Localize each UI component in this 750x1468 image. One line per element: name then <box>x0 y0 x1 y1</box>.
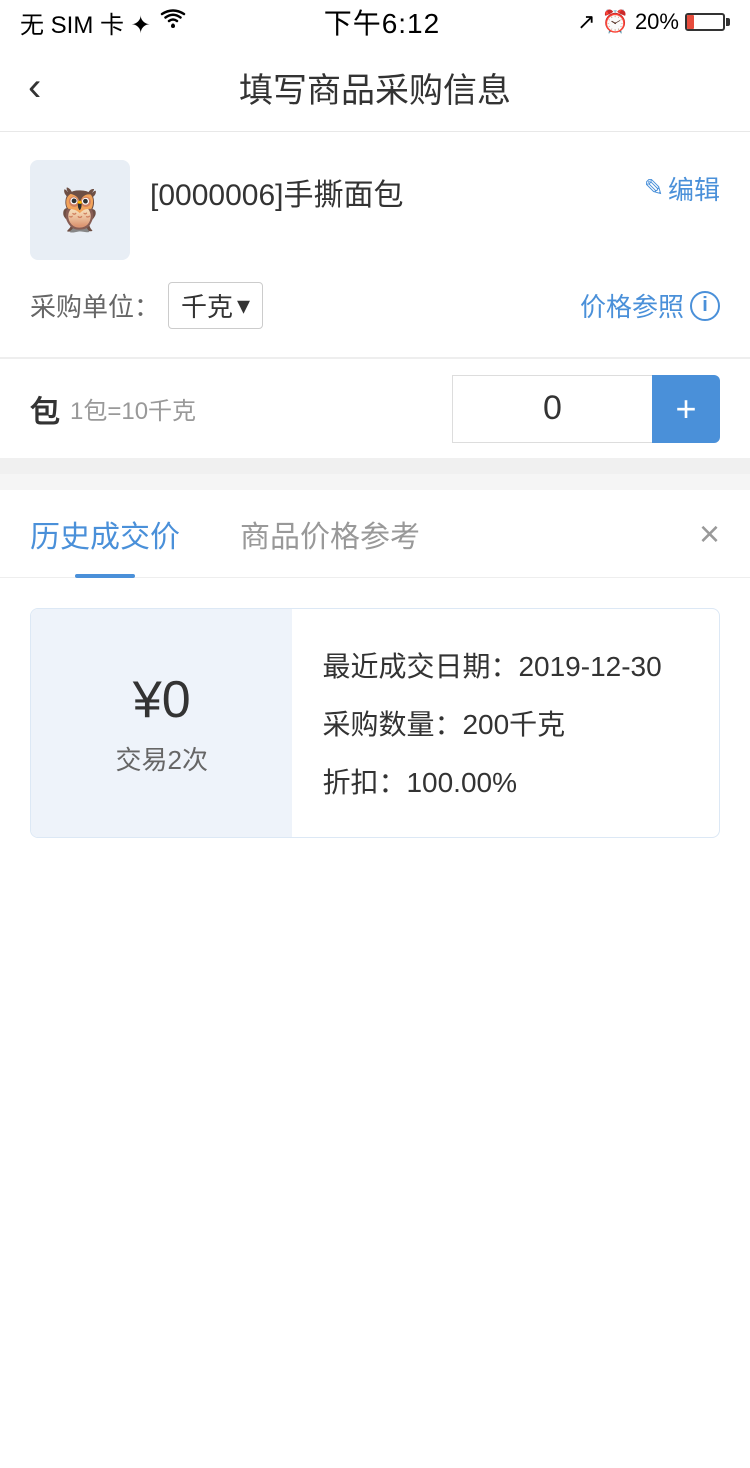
quantity-row: 包 1包=10千克 0 + <box>0 358 750 458</box>
time-display: 下午6:12 <box>324 2 441 42</box>
qty-value: 200千克 <box>462 709 565 740</box>
recent-date-value: 2019-12-30 <box>518 651 661 682</box>
dropdown-arrow-icon: ▾ <box>237 290 250 321</box>
sim-status: 无 SIM 卡 ✦ <box>20 5 151 40</box>
unit-row: 采购单位： 千克 ▾ <box>30 282 263 329</box>
unit-select[interactable]: 千克 ▾ <box>168 282 263 329</box>
status-left: 无 SIM 卡 ✦ <box>20 5 187 40</box>
amount-value: 0 <box>162 671 191 729</box>
quantity-plus-button[interactable]: + <box>652 375 720 443</box>
price-card-right: 最近成交日期：2019-12-30 采购数量：200千克 折扣：100.00% <box>292 609 719 837</box>
product-left: 🦉 [0000006]手撕面包 <box>30 160 403 260</box>
discount-value: 100.00% <box>406 767 517 798</box>
tab-header: 历史成交价 商品价格参考 × <box>0 490 750 578</box>
status-right: ↗ ⏰ 20% <box>577 9 730 35</box>
recent-date-label: 最近成交日期： <box>322 651 518 682</box>
product-thumbnail: 🦉 <box>30 160 130 260</box>
edit-button[interactable]: ✎ 编辑 <box>644 170 720 207</box>
tab-product-price-ref[interactable]: 商品价格参考 <box>240 490 420 578</box>
tab-history-label: 历史成交价 <box>30 512 180 556</box>
product-name: [0000006]手撕面包 <box>150 170 403 214</box>
qty-line: 采购数量：200千克 <box>322 703 689 743</box>
product-header: 🦉 [0000006]手撕面包 ✎ 编辑 <box>30 160 720 260</box>
tab-history-price[interactable]: 历史成交价 <box>30 490 180 578</box>
price-card: ¥0 交易2次 最近成交日期：2019-12-30 采购数量：200千克 折扣：… <box>30 608 720 838</box>
battery-pct: 20% <box>635 9 679 35</box>
product-image-icon: 🦉 <box>54 186 106 235</box>
transaction-count: 交易2次 <box>115 740 207 777</box>
battery-icon <box>685 13 730 31</box>
price-ref-label: 价格参照 <box>580 287 684 324</box>
unit-badge: 包 <box>30 387 60 431</box>
price-card-left: ¥0 交易2次 <box>31 609 292 837</box>
tabs: 历史成交价 商品价格参考 <box>30 490 420 578</box>
price-reference-button[interactable]: 价格参照 i <box>580 287 720 324</box>
discount-label: 折扣： <box>322 767 406 798</box>
nav-bar: ‹ 填写商品采购信息 <box>0 44 750 132</box>
currency-symbol: ¥ <box>133 671 162 729</box>
alarm-icon: ⏰ <box>602 9 629 35</box>
product-footer: 采购单位： 千克 ▾ 价格参照 i <box>30 282 720 329</box>
quantity-input[interactable]: 0 <box>452 375 652 443</box>
bottom-space <box>0 868 750 1468</box>
tab-underline <box>75 574 135 578</box>
page-title: 填写商品采购信息 <box>239 63 511 112</box>
wifi-icon <box>159 8 187 36</box>
unit-value: 千克 <box>181 287 233 324</box>
recent-date-line: 最近成交日期：2019-12-30 <box>322 645 689 685</box>
back-button[interactable]: ‹ <box>28 65 41 110</box>
status-bar: 无 SIM 卡 ✦ 下午6:12 ↗ ⏰ 20% <box>0 0 750 44</box>
quantity-input-group: 0 + <box>452 375 720 443</box>
price-amount: ¥0 <box>133 670 191 730</box>
info-icon: i <box>690 291 720 321</box>
history-content: ¥0 交易2次 最近成交日期：2019-12-30 采购数量：200千克 折扣：… <box>0 578 750 868</box>
divider <box>0 458 750 474</box>
tab-panel: 历史成交价 商品价格参考 × ¥0 交易2次 最近成交日期：2019-12-30 <box>0 490 750 868</box>
unit-note: 1包=10千克 <box>70 391 196 426</box>
location-icon: ↗ <box>577 9 595 35</box>
quantity-unit: 包 1包=10千克 <box>30 387 196 431</box>
product-card: 🦉 [0000006]手撕面包 ✎ 编辑 采购单位： 千克 ▾ 价格参照 i <box>0 132 750 358</box>
tab-close-button[interactable]: × <box>699 513 720 555</box>
discount-line: 折扣：100.00% <box>322 761 689 801</box>
tab-product-price-label: 商品价格参考 <box>240 512 420 556</box>
qty-label: 采购数量： <box>322 709 462 740</box>
edit-label: 编辑 <box>668 170 720 207</box>
unit-text: 采购单位： <box>30 287 160 324</box>
edit-icon: ✎ <box>644 174 664 203</box>
